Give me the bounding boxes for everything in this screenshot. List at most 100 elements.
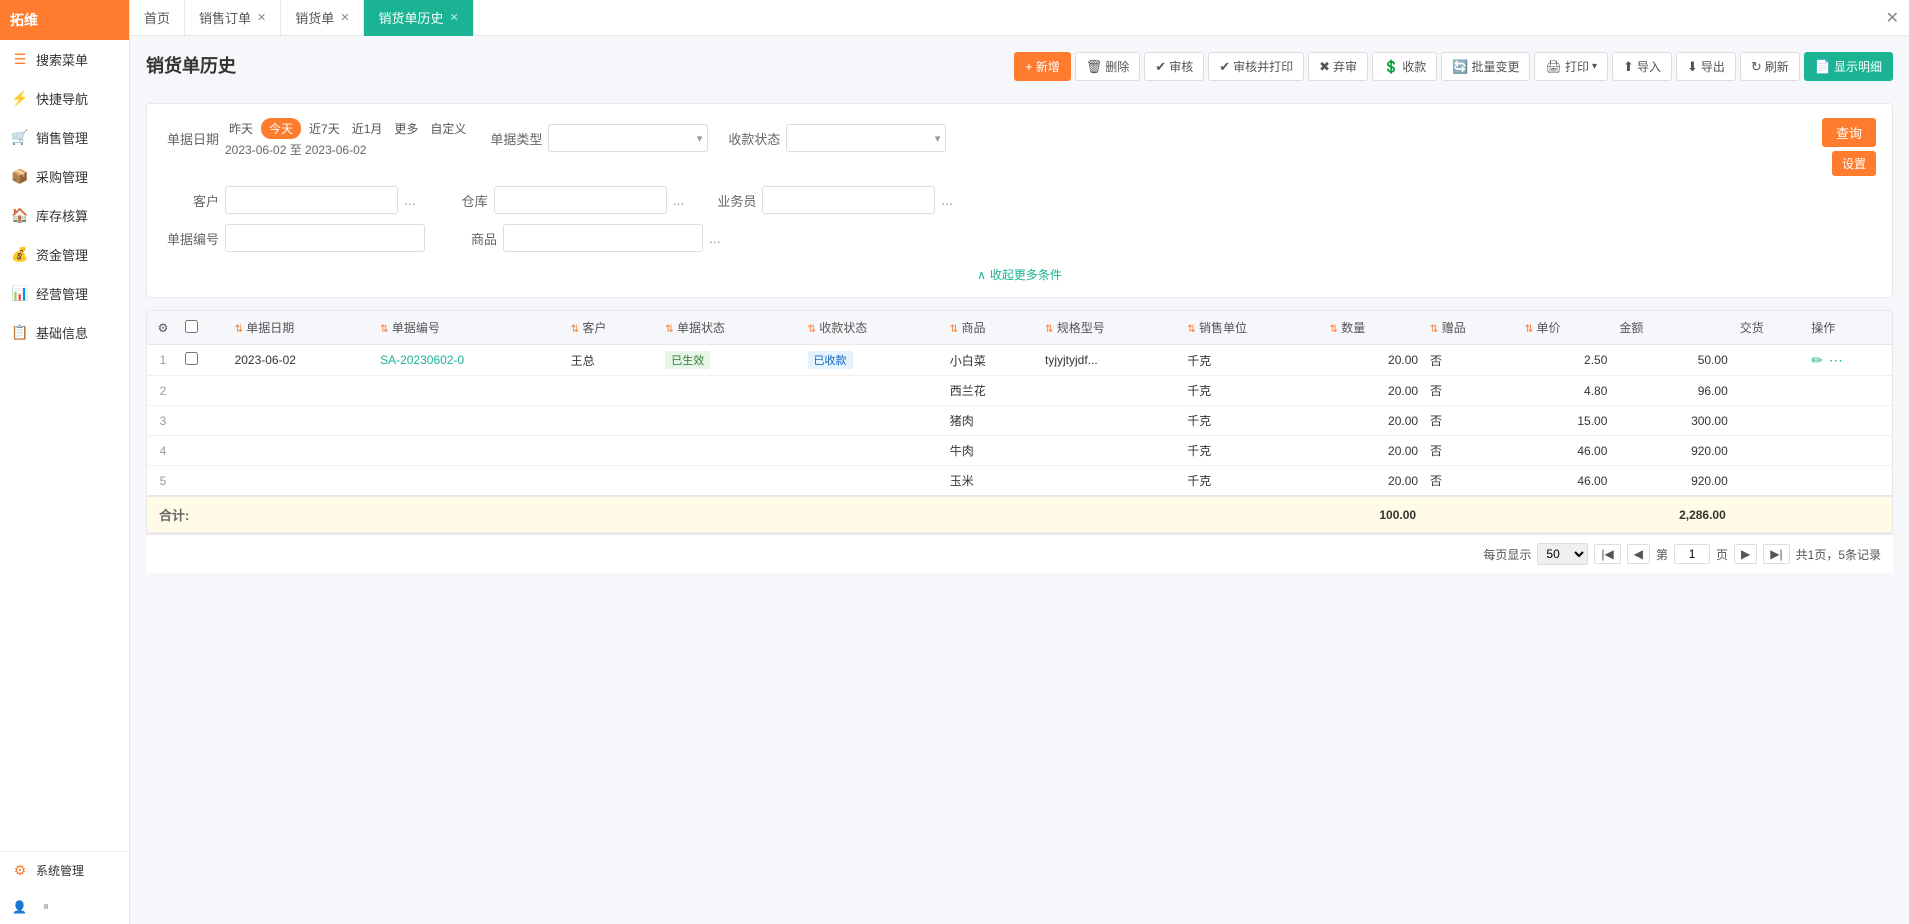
date-last7[interactable]: 近7天 <box>305 118 344 139</box>
tab-sales-delivery-close[interactable]: ✕ <box>340 11 349 24</box>
goods-input[interactable] <box>503 224 703 252</box>
tab-sales-history[interactable]: 销货单历史 ✕ <box>364 0 473 36</box>
warehouse-picker[interactable]: ... <box>673 192 685 208</box>
row-delivery-1 <box>1734 376 1805 406</box>
customer-picker[interactable]: ... <box>404 192 416 208</box>
settings-button[interactable]: 设置 <box>1832 151 1876 176</box>
table-row: 1 2023-06-02 SA-20230602-0 王总 已生效 已收款 小白… <box>147 345 1892 376</box>
row-qty-3: 20.00 <box>1324 436 1425 466</box>
row-num-1: 2 <box>147 376 179 406</box>
salesperson-picker[interactable]: ... <box>941 192 953 208</box>
print-icon: 🖨 <box>1545 59 1562 75</box>
row-customer-4 <box>565 466 660 497</box>
collapse-filter-button[interactable]: ∧ 收起更多条件 <box>977 266 1062 283</box>
row-goods-1: 西兰花 <box>944 376 1039 406</box>
row-doc-date-3 <box>229 436 375 466</box>
row-amount-3: 920.00 <box>1613 436 1733 466</box>
th-doc-status: ⇅ 单据状态 <box>659 311 801 345</box>
date-more[interactable]: 更多 <box>390 118 422 139</box>
sidebar-bottom-icons: 👤 ⏸ <box>0 889 129 924</box>
tab-sales-order[interactable]: 销售订单 ✕ <box>185 0 281 36</box>
row-spec-2 <box>1039 406 1181 436</box>
sidebar-item-ops-mgmt[interactable]: 📊 经营管理 <box>0 274 129 313</box>
first-page-button[interactable]: |◀ <box>1594 544 1620 564</box>
salesperson-input[interactable] <box>762 186 935 214</box>
delete-button[interactable]: 🗑 删除 <box>1075 52 1141 81</box>
page-label: 第 <box>1656 546 1668 563</box>
row-pay-status-4 <box>802 466 944 497</box>
th-gift: ⇅ 赠品 <box>1424 311 1519 345</box>
row-action-3 <box>1805 436 1892 466</box>
sidebar-item-purchase-mgmt[interactable]: 📦 采购管理 <box>0 157 129 196</box>
export-button[interactable]: ⬇ 导出 <box>1676 52 1736 81</box>
row-spec-3 <box>1039 436 1181 466</box>
tab-sales-delivery[interactable]: 销货单 ✕ <box>281 0 364 36</box>
new-button[interactable]: + 新增 <box>1014 52 1071 81</box>
refresh-icon: ↻ <box>1751 59 1762 75</box>
audit-button[interactable]: ✔ 审核 <box>1144 52 1204 81</box>
sidebar-item-inventory[interactable]: 🏠 库存核算 <box>0 196 129 235</box>
sidebar-item-sales-mgmt[interactable]: 🛒 销售管理 <box>0 118 129 157</box>
tab-sales-order-close[interactable]: ✕ <box>257 11 266 24</box>
batch-change-button[interactable]: 🔄 批量变更 <box>1441 52 1530 81</box>
row-edit-icon-0[interactable]: ✏ <box>1811 352 1823 369</box>
row-action-0: ✏⋯ <box>1805 345 1892 376</box>
next-page-button[interactable]: ▶ <box>1734 544 1757 564</box>
th-pay-status: ⇅ 收款状态 <box>802 311 944 345</box>
row-spec-1 <box>1039 376 1181 406</box>
refresh-button[interactable]: ↻ 刷新 <box>1740 52 1800 81</box>
date-yesterday[interactable]: 昨天 <box>225 118 257 139</box>
print-button[interactable]: 🖨 打印 ▾ <box>1534 52 1608 81</box>
warehouse-input[interactable] <box>494 186 667 214</box>
tab-sales-history-close[interactable]: ✕ <box>450 11 459 24</box>
query-button[interactable]: 查询 <box>1822 118 1876 147</box>
sidebar-item-basic-info[interactable]: 📋 基础信息 <box>0 313 129 352</box>
row-pay-status-1 <box>802 376 944 406</box>
collect-button[interactable]: 💲 收款 <box>1372 52 1437 81</box>
row-goods-0: 小白菜 <box>944 345 1039 376</box>
sidebar-item-search-menu[interactable]: ☰ 搜索菜单 <box>0 40 129 79</box>
pause-icon[interactable]: ⏸ <box>43 899 49 914</box>
sidebar-item-sys-mgmt[interactable]: ⚙ 系统管理 <box>0 852 129 889</box>
customer-input[interactable] <box>225 186 398 214</box>
pay-status-select[interactable] <box>786 124 946 152</box>
date-today[interactable]: 今天 <box>261 118 301 139</box>
table-row: 4 牛肉 千克 20.00 否 46.00 920.00 <box>147 436 1892 466</box>
date-last1m[interactable]: 近1月 <box>348 118 387 139</box>
row-num-3: 4 <box>147 436 179 466</box>
row-checkbox-4 <box>179 466 229 497</box>
sidebar: 拓维 ☰ 搜索菜单 ⚡ 快捷导航 🛒 销售管理 📦 采购管理 🏠 库存核算 💰 … <box>0 0 130 924</box>
sidebar-item-finance-mgmt[interactable]: 💰 资金管理 <box>0 235 129 274</box>
tab-home[interactable]: 首页 <box>130 0 185 36</box>
audit-print-button[interactable]: ✔ 审核并打印 <box>1208 52 1304 81</box>
prev-page-button[interactable]: ◀ <box>1627 544 1650 564</box>
row-doc-no-1 <box>374 376 565 406</box>
filter-row-3: 单据编号 商品 ... <box>163 224 1876 252</box>
show-details-button[interactable]: 📄 显示明细 <box>1804 52 1893 81</box>
date-custom[interactable]: 自定义 <box>426 118 470 139</box>
row-more-icon-0[interactable]: ⋯ <box>1829 352 1843 369</box>
select-all-checkbox[interactable] <box>185 320 198 333</box>
purchase-mgmt-icon: 📦 <box>12 169 28 185</box>
import-icon: ⬆ <box>1623 59 1634 75</box>
page-number-input[interactable] <box>1674 544 1710 564</box>
import-button[interactable]: ⬆ 导入 <box>1612 52 1672 81</box>
row-doc-date-2 <box>229 406 375 436</box>
doc-type-select[interactable] <box>548 124 708 152</box>
row-checkbox-3 <box>179 436 229 466</box>
doc-no-input[interactable] <box>225 224 425 252</box>
goods-picker[interactable]: ... <box>709 230 721 246</box>
row-doc-status-2 <box>659 406 801 436</box>
row-amount-4: 920.00 <box>1613 466 1733 497</box>
sidebar-item-quick-nav[interactable]: ⚡ 快捷导航 <box>0 79 129 118</box>
abandon-button[interactable]: ✖ 弃审 <box>1308 52 1368 81</box>
row-doc-date-4 <box>229 466 375 497</box>
tabs-all-close[interactable]: ✕ <box>1876 8 1909 28</box>
per-page-select[interactable]: 50 10 20 100 <box>1537 543 1588 565</box>
th-gear[interactable]: ⚙ <box>147 311 179 345</box>
abandon-icon: ✖ <box>1319 59 1330 75</box>
last-page-button[interactable]: ▶| <box>1763 544 1789 564</box>
row-customer-1 <box>565 376 660 406</box>
main-area: 首页 销售订单 ✕ 销货单 ✕ 销货单历史 ✕ ✕ 销货单历史 + 新增 <box>130 0 1909 924</box>
user-settings-icon[interactable]: 👤 <box>12 900 27 914</box>
